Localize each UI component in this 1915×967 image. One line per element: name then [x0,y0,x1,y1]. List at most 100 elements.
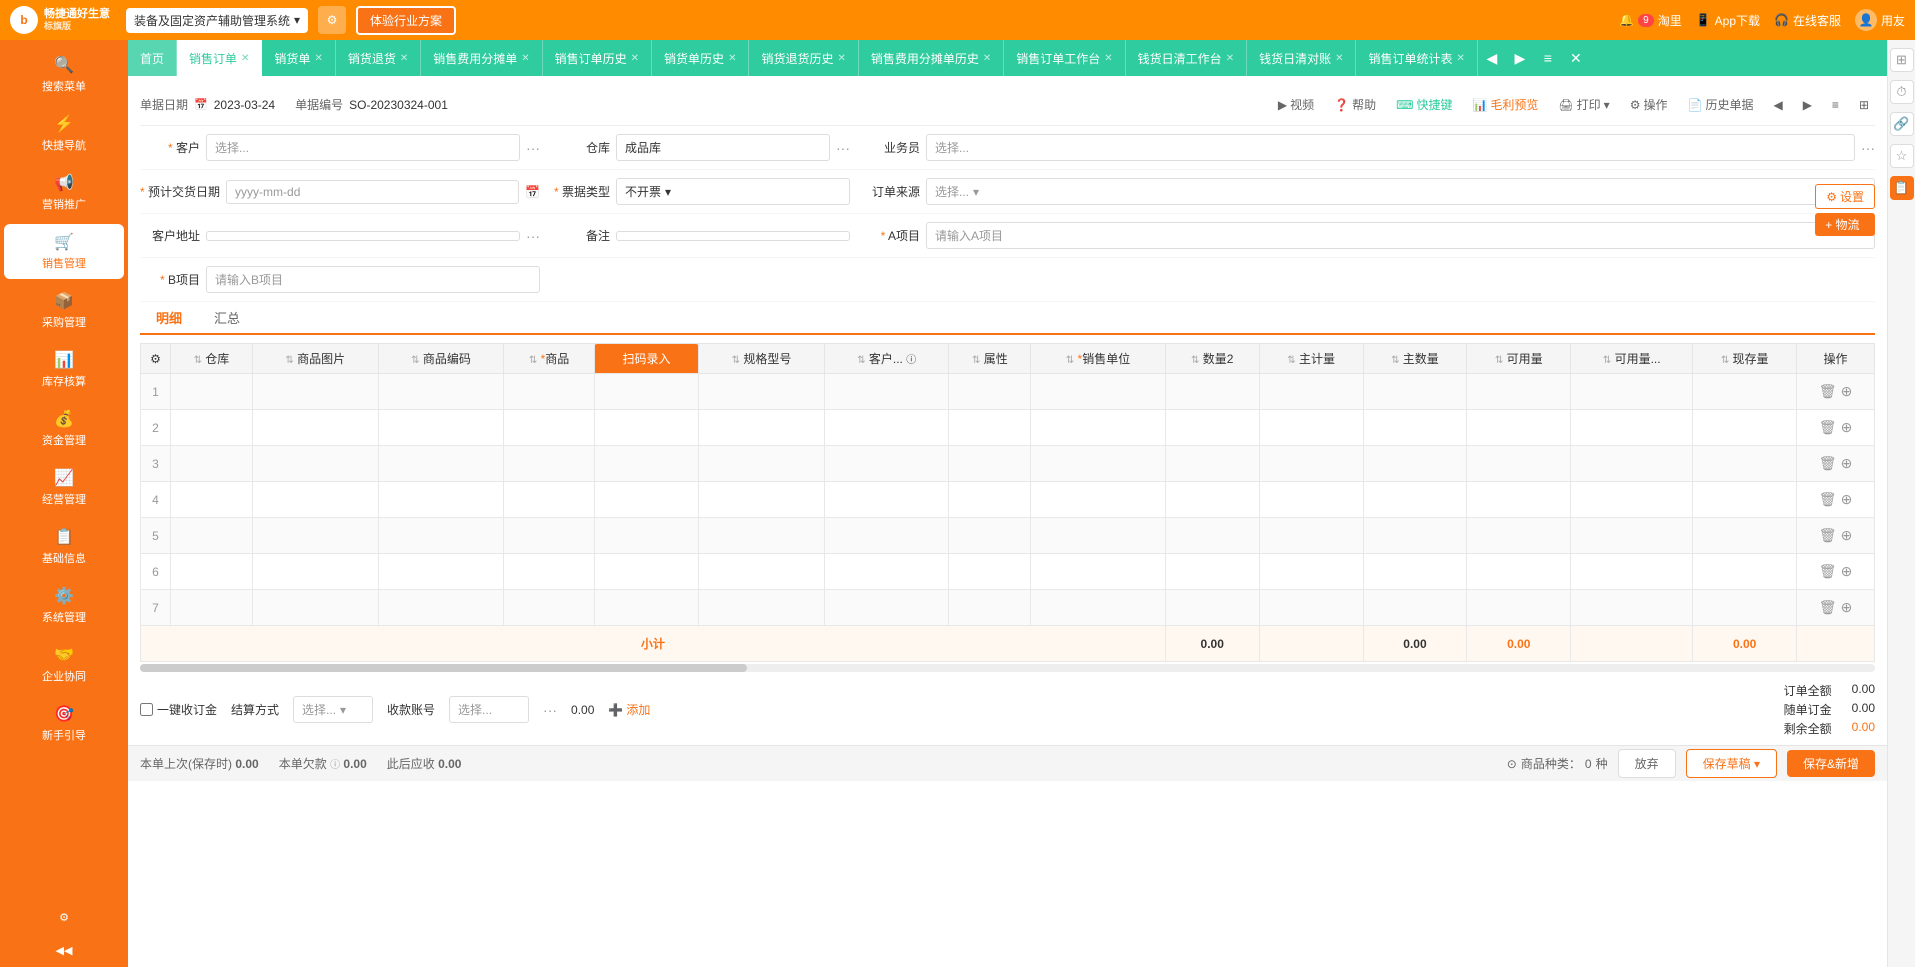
row-copy-icon[interactable]: ⊕ [1841,383,1853,400]
tab-list-btn[interactable]: ≡ [1534,40,1562,76]
tab-workbench[interactable]: 销售订单工作台 ✕ [1004,40,1125,76]
full-btn[interactable]: ⊞ [1853,96,1875,114]
sidebar-item-search[interactable]: 🔍 搜索菜单 [4,47,124,102]
sidebar-item-marketing[interactable]: 📢 营销推广 [4,165,124,220]
sidebar-item-guide[interactable]: 🎯 新手引导 [4,696,124,751]
user-item[interactable]: 👤 用友 [1855,9,1905,31]
sidebar-item-system[interactable]: ⚙️ 系统管理 [4,578,124,633]
settings-gear-icon[interactable]: ⚙ [318,6,346,34]
system-selector[interactable]: 装备及固定资产辅助管理系统 ▾ [126,8,308,33]
tab-close-icon[interactable]: ✕ [521,53,529,64]
notes-input[interactable] [616,231,850,241]
tab-close-all-btn[interactable]: ✕ [1562,40,1590,76]
warehouse-input[interactable]: 成品库 [616,134,830,161]
save-draft-button[interactable]: 保存草稿 ▾ [1686,749,1777,778]
right-panel-icon-2[interactable]: ⏱ [1890,80,1914,104]
a-project-input[interactable]: 请输入A项目 [926,222,1875,249]
sidebar-item-finance[interactable]: 💰 资金管理 [4,401,124,456]
profit-btn[interactable]: 📊 毛利预览 [1466,94,1544,115]
customer-input[interactable]: 选择... [206,134,520,161]
col-image[interactable]: ⇅ 商品图片 [252,344,378,374]
operation-btn[interactable]: ⚙ 操作 [1624,94,1674,115]
notification-item[interactable]: 🔔 9 淘里 [1619,12,1682,29]
quick-checkout-checkbox[interactable]: 一键收订金 [140,701,217,718]
sidebar-item-sales[interactable]: 🛒 销售管理 [4,224,124,279]
row-copy-icon[interactable]: ⊕ [1841,527,1853,544]
col-scan[interactable]: 扫码录入 [594,344,698,374]
row-copy-icon[interactable]: ⊕ [1841,455,1853,472]
tab-daily-reconcile[interactable]: 钱货日清对账 ✕ [1247,40,1356,76]
detail-tab-detail[interactable]: 明细 [140,302,198,335]
row-copy-icon[interactable]: ⊕ [1841,419,1853,436]
b-project-input[interactable]: 请输入B项目 [206,266,540,293]
nav-next-btn[interactable]: ▶ [1797,96,1818,114]
sidebar-item-quick-nav[interactable]: ⚡ 快捷导航 [4,106,124,161]
sidebar-item-inventory[interactable]: 📊 库存核算 [4,342,124,397]
nav-prev-btn[interactable]: ◀ [1767,96,1788,114]
tab-sales-report[interactable]: 销售订单统计表 ✕ [1356,40,1477,76]
tab-home[interactable]: 首页 [128,40,177,76]
tab-close-icon[interactable]: ✕ [983,53,991,64]
tab-close-icon[interactable]: ✕ [314,53,322,64]
col-current[interactable]: ⇅ 现存量 [1693,344,1797,374]
tab-close-icon[interactable]: ✕ [631,53,639,64]
history-btn[interactable]: 📄 历史单据 [1681,94,1759,115]
delivery-input[interactable]: yyyy-mm-dd [226,180,519,204]
row-copy-icon[interactable]: ⊕ [1841,563,1853,580]
discard-button[interactable]: 放弃 [1618,749,1676,778]
address-input[interactable] [206,231,520,241]
tab-sales-expense[interactable]: 销售费用分摊单 ✕ [421,40,542,76]
industry-button[interactable]: 体验行业方案 [356,6,456,35]
col-main-qty[interactable]: ⇅ 主数量 [1363,344,1467,374]
col-unit[interactable]: ⇅ *销售单位 [1031,344,1165,374]
col-warehouse[interactable]: ⇅ 仓库 [171,344,253,374]
tab-close-icon[interactable]: ✕ [1104,53,1112,64]
tab-sales-order[interactable]: 销售订单 ✕ [177,40,262,76]
right-panel-icon-4[interactable]: ☆ [1890,144,1914,168]
date-picker-icon[interactable]: 📅 [194,98,208,111]
add-logistics-btn[interactable]: + 物流 [1815,213,1875,236]
row-delete-icon[interactable]: 🗑 [1819,383,1837,400]
order-source-select[interactable]: 选择... ▾ [926,178,1875,205]
calendar-icon[interactable]: 📅 [525,185,540,199]
payment-method-select[interactable]: 选择... ▾ [293,696,373,723]
horizontal-scrollbar[interactable] [140,662,1875,674]
tab-next-btn[interactable]: ▶ [1506,40,1534,76]
col-main-unit[interactable]: ⇅ 主计量 [1259,344,1363,374]
right-panel-icon-5[interactable]: 📋 [1890,176,1914,200]
detail-tab-summary[interactable]: 汇总 [198,302,256,333]
row-delete-icon[interactable]: 🗑 [1819,455,1837,472]
col-available2[interactable]: ⇅ 可用量... [1571,344,1693,374]
preview-btn[interactable]: ▶ 视频 [1272,94,1320,115]
customer-more-btn[interactable]: ··· [526,140,540,156]
row-delete-icon[interactable]: 🗑 [1819,563,1837,580]
tab-close-icon[interactable]: ✕ [241,53,249,64]
tab-daily-workbench[interactable]: 钱货日清工作台 ✕ [1126,40,1247,76]
row-delete-icon[interactable]: 🗑 [1819,419,1837,436]
quick-checkout-input[interactable] [140,703,153,716]
col-attr[interactable]: ⇅ 属性 [949,344,1031,374]
help-btn[interactable]: ❓ 帮助 [1328,94,1382,115]
sidebar-item-purchase[interactable]: 📦 采购管理 [4,283,124,338]
add-payment-btn[interactable]: ➕ 添加 [608,701,650,718]
tab-expense-hist[interactable]: 销售费用分摊单历史 ✕ [859,40,1004,76]
sidebar-item-basic-info[interactable]: 📋 基础信息 [4,519,124,574]
row-copy-icon[interactable]: ⊕ [1841,599,1853,616]
tab-sales-order-hist[interactable]: 销售订单历史 ✕ [543,40,652,76]
col-product[interactable]: ⇅ *商品 [504,344,594,374]
app-download-item[interactable]: 📱 App下载 [1696,12,1760,29]
col-customer-sku[interactable]: ⇅ 客户... ⓘ [824,344,949,374]
tab-sales-slip[interactable]: 销货单 ✕ [262,40,335,76]
col-qty2[interactable]: ⇅ 数量2 [1165,344,1259,374]
right-panel-icon-1[interactable]: ⊞ [1890,48,1914,72]
view-toggle-btn[interactable]: ≡ [1826,96,1845,114]
sidebar-settings-btn[interactable]: ⚙ [4,903,124,932]
staff-input[interactable]: 选择... [926,134,1855,161]
tab-close-icon[interactable]: ✕ [1226,53,1234,64]
payment-account-select[interactable]: 选择... [449,696,529,723]
warehouse-more-btn[interactable]: ··· [836,140,850,156]
invoice-select[interactable]: 不开票 ▾ [616,178,850,205]
col-settings[interactable]: ⚙ [141,344,171,374]
sidebar-collapse-btn[interactable]: ◀◀ [4,936,124,965]
right-panel-icon-3[interactable]: 🔗 [1890,112,1914,136]
